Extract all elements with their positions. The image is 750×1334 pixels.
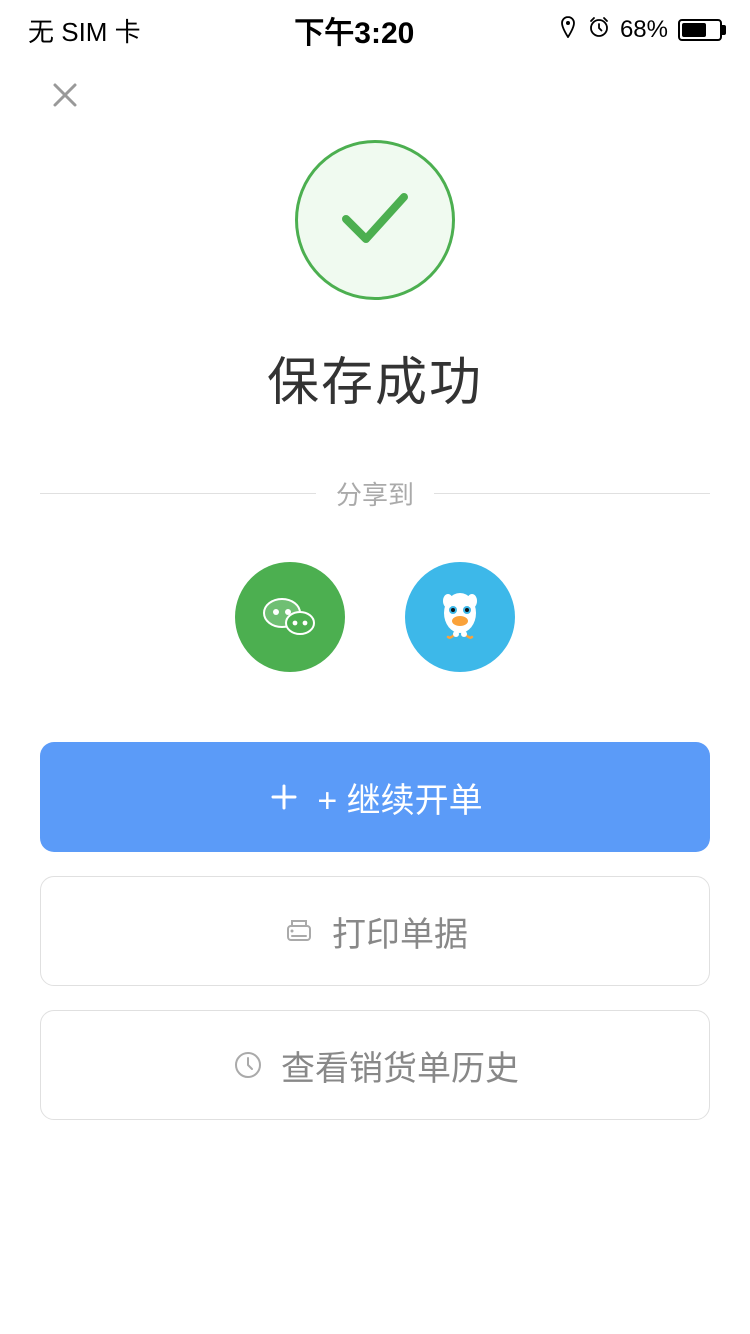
print-button-label: 打印单据 (332, 907, 468, 956)
wechat-share-button[interactable] (235, 562, 345, 672)
battery-percent: 68% (620, 16, 668, 44)
share-divider: 分享到 (40, 475, 710, 512)
continue-button[interactable]: + 继续开单 (40, 742, 710, 852)
divider-line-right (434, 493, 710, 494)
share-icons (40, 562, 710, 672)
status-bar: 无 SIM 卡 下午3:20 68% (0, 0, 750, 60)
alarm-icon (588, 16, 610, 45)
location-icon (558, 16, 578, 45)
share-label: 分享到 (336, 475, 414, 512)
divider-line-left (40, 493, 316, 494)
success-circle (295, 140, 455, 300)
status-left: 无 SIM 卡 (28, 12, 151, 49)
status-time: 下午3:20 (294, 8, 414, 52)
success-title: 保存成功 (267, 340, 483, 415)
print-button[interactable]: 打印单据 (40, 876, 710, 986)
history-button-label: 查看销货单历史 (281, 1041, 519, 1090)
checkmark-icon (330, 173, 420, 268)
continue-button-label: + 继续开单 (317, 773, 482, 822)
actions: + 继续开单 打印单据 查看销货单历史 (0, 742, 750, 1120)
qq-share-button[interactable] (405, 562, 515, 672)
share-section: 分享到 (0, 475, 750, 672)
close-button[interactable] (40, 70, 90, 120)
history-button[interactable]: 查看销货单历史 (40, 1010, 710, 1120)
main-content: 保存成功 分享到 (0, 60, 750, 1120)
battery-icon (678, 19, 722, 41)
carrier-text: 无 SIM 卡 (28, 12, 141, 49)
status-right: 68% (558, 16, 722, 45)
